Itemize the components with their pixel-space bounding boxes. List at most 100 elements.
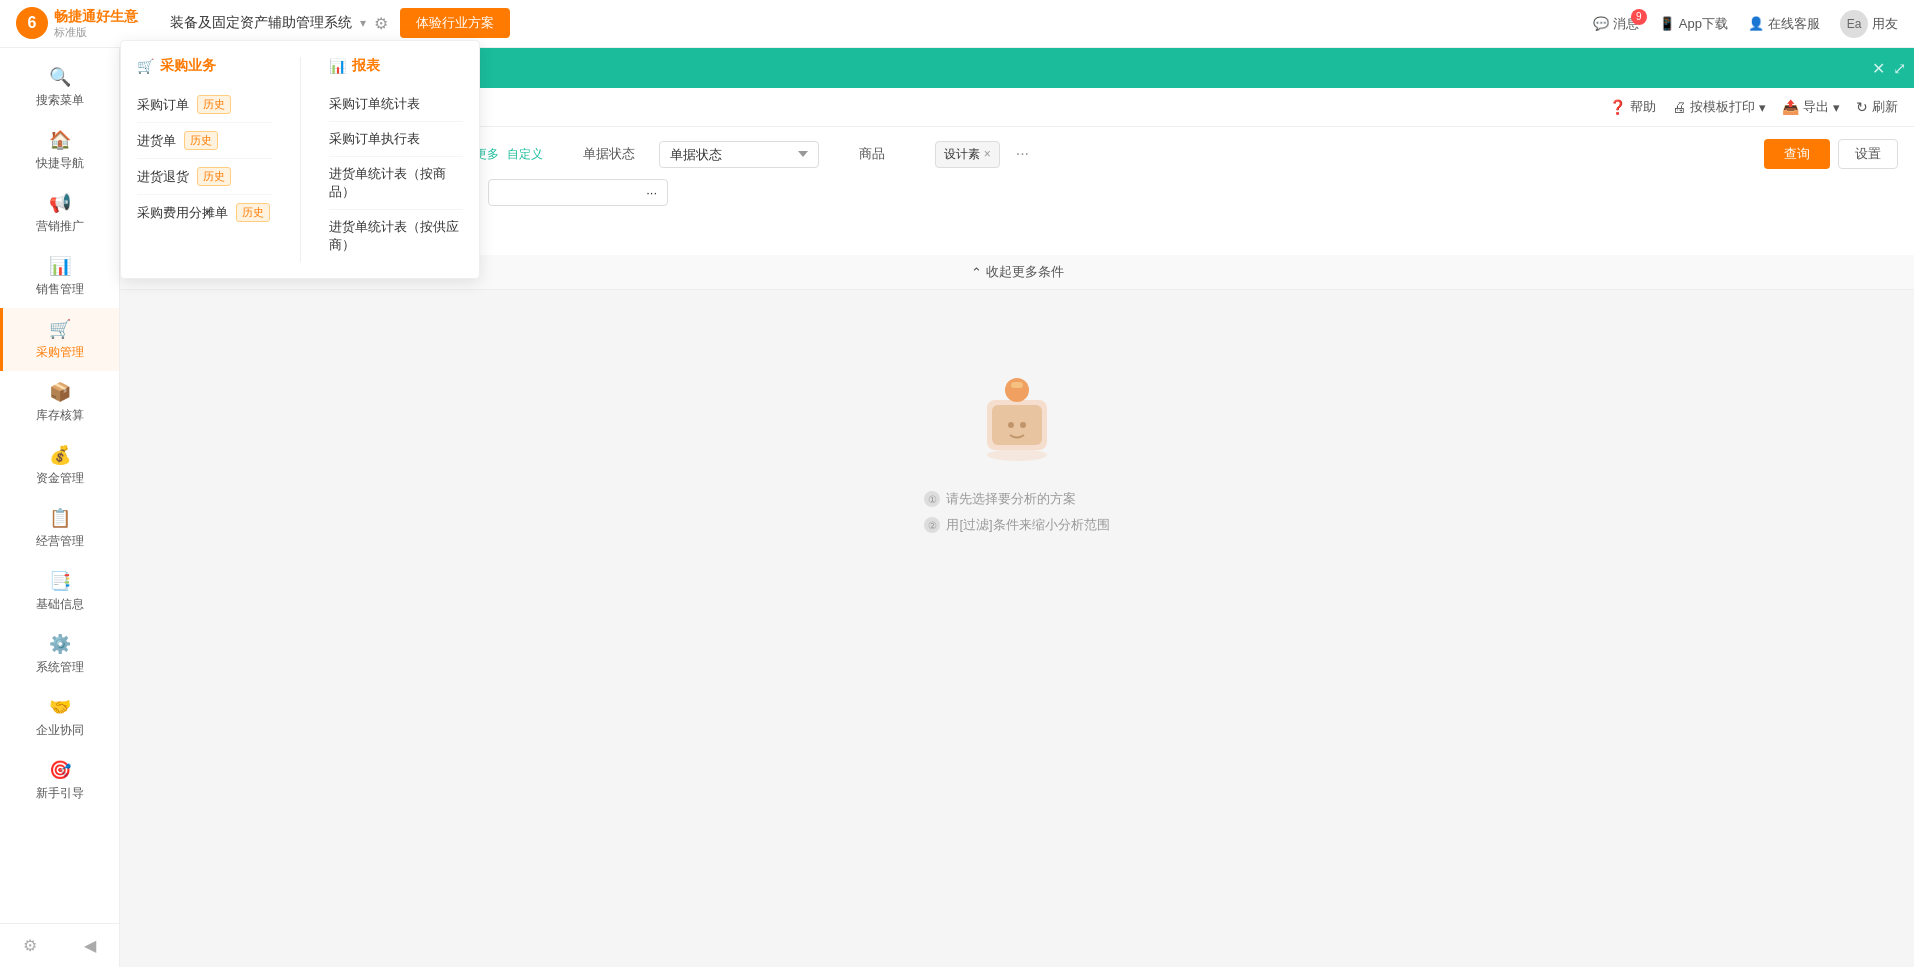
purchase-order-history: 历史 bbox=[197, 95, 231, 114]
refresh-label: 刷新 bbox=[1872, 98, 1898, 116]
system-settings-icon[interactable]: ⚙ bbox=[374, 14, 388, 33]
menu-item-order-stats[interactable]: 采购订单统计表 bbox=[329, 87, 464, 122]
logo-text: 畅捷通好生意 标准版 bbox=[54, 7, 138, 39]
tab-close-all-icon[interactable]: ✕ bbox=[1872, 59, 1885, 78]
help-button[interactable]: ❓ 帮助 bbox=[1609, 98, 1656, 116]
export-label: 导出 bbox=[1803, 98, 1829, 116]
query-actions: 查询 设置 bbox=[1764, 139, 1898, 169]
sidebar-label-guide: 新手引导 bbox=[36, 785, 84, 802]
sidebar-label-marketing: 营销推广 bbox=[36, 218, 84, 235]
empty-state: ① 请先选择要分析的方案 ② 用[过滤]条件来缩小分析范围 bbox=[120, 290, 1914, 614]
dropdown-purchase-title: 🛒 采购业务 bbox=[137, 57, 272, 75]
sidebar-label-system: 系统管理 bbox=[36, 659, 84, 676]
tab-maximize-icon[interactable]: ⤢ bbox=[1893, 59, 1906, 78]
export-arrow[interactable]: ▾ bbox=[1833, 100, 1840, 115]
inbound-history: 历史 bbox=[184, 131, 218, 150]
goods-tag-remove[interactable]: × bbox=[984, 147, 991, 161]
sidebar-item-system[interactable]: ⚙️ 系统管理 bbox=[0, 623, 119, 686]
return-history: 历史 bbox=[197, 167, 231, 186]
support-label: 在线客服 bbox=[1768, 15, 1820, 33]
print-arrow[interactable]: ▾ bbox=[1759, 100, 1766, 115]
btn-industry[interactable]: 体验行业方案 bbox=[400, 8, 510, 38]
guide-icon: 🎯 bbox=[49, 759, 71, 781]
empty-tip-2: ② 用[过滤]条件来缩小分析范围 bbox=[924, 516, 1109, 534]
menu-item-return[interactable]: 进货退货 历史 bbox=[137, 159, 272, 195]
sidebar-label-finance: 资金管理 bbox=[36, 470, 84, 487]
logo-area: 6 畅捷通好生意 标准版 bbox=[16, 7, 138, 39]
system-dropdown-arrow[interactable]: ▾ bbox=[360, 16, 366, 30]
salesperson-input[interactable]: ··· bbox=[488, 179, 668, 206]
sidebar-label-quick-nav: 快捷导航 bbox=[36, 155, 84, 172]
collapse-icon: ⌃ bbox=[971, 265, 982, 280]
sidebar-item-finance[interactable]: 💰 资金管理 bbox=[0, 434, 119, 497]
sidebar-item-sales[interactable]: 📊 销售管理 bbox=[0, 245, 119, 308]
settings-button[interactable]: 设置 bbox=[1838, 139, 1898, 169]
menu-item-inbound-stats-goods[interactable]: 进货单统计表（按商品） bbox=[329, 157, 464, 210]
menu-item-purchase-order[interactable]: 采购订单 历史 bbox=[137, 87, 272, 123]
menu-item-order-exec[interactable]: 采购订单执行表 bbox=[329, 122, 464, 157]
menu-item-inbound-stats-supplier[interactable]: 进货单统计表（按供应商） bbox=[329, 210, 464, 262]
support-icon: 👤 bbox=[1748, 16, 1764, 31]
shortcut-custom[interactable]: 自定义 bbox=[507, 146, 543, 163]
header-right: 💬 消息 9 📱 App下载 👤 在线客服 Ea 用友 bbox=[1593, 10, 1898, 38]
print-button[interactable]: 🖨 按模板打印 ▾ bbox=[1672, 98, 1766, 116]
system-title-area: 装备及固定资产辅助管理系统 ▾ ⚙ bbox=[170, 14, 388, 33]
empty-tip-1: ① 请先选择要分析的方案 bbox=[924, 490, 1109, 508]
svg-point-6 bbox=[1020, 422, 1026, 428]
refresh-button[interactable]: ↻ 刷新 bbox=[1856, 98, 1898, 116]
help-label: 帮助 bbox=[1630, 98, 1656, 116]
nav-user[interactable]: Ea 用友 bbox=[1840, 10, 1898, 38]
purchase-icon: 🛒 bbox=[49, 318, 71, 340]
search-icon: 🔍 bbox=[49, 66, 71, 88]
sidebar-item-search[interactable]: 🔍 搜索菜单 bbox=[0, 56, 119, 119]
sidebar-item-operations[interactable]: 📋 经营管理 bbox=[0, 497, 119, 560]
expense-label: 采购费用分摊单 bbox=[137, 204, 228, 222]
tip-dot-1: ① bbox=[924, 491, 940, 507]
return-label: 进货退货 bbox=[137, 168, 189, 186]
sidebar-settings-icon[interactable]: ⚙ bbox=[23, 936, 37, 955]
nav-messages[interactable]: 💬 消息 9 bbox=[1593, 15, 1639, 33]
nav-support[interactable]: 👤 在线客服 bbox=[1748, 15, 1820, 33]
goods-tag: 设计素 × bbox=[935, 141, 1000, 168]
salesperson-dots[interactable]: ··· bbox=[646, 185, 657, 200]
svg-rect-4 bbox=[1011, 382, 1023, 388]
home-icon: 🏠 bbox=[49, 129, 71, 151]
svg-point-0 bbox=[987, 449, 1047, 461]
sidebar-label-enterprise: 企业协同 bbox=[36, 722, 84, 739]
tip-text-2: 用[过滤]条件来缩小分析范围 bbox=[946, 516, 1109, 534]
query-button[interactable]: 查询 bbox=[1764, 139, 1830, 169]
print-label: 按模板打印 bbox=[1690, 98, 1755, 116]
sidebar-item-guide[interactable]: 🎯 新手引导 bbox=[0, 749, 119, 812]
goods-filter-label: 商品 bbox=[859, 145, 919, 163]
dropdown-report-col: 📊 报表 采购订单统计表 采购订单执行表 进货单统计表（按商品） 进货单统计表（… bbox=[329, 57, 464, 262]
system-title: 装备及固定资产辅助管理系统 bbox=[170, 14, 352, 32]
sidebar-collapse-icon[interactable]: ◀ bbox=[84, 936, 96, 955]
sidebar-label-purchase: 采购管理 bbox=[36, 344, 84, 361]
goods-tag-label: 设计素 bbox=[944, 146, 980, 163]
nav-app[interactable]: 📱 App下载 bbox=[1659, 15, 1728, 33]
finance-icon: 💰 bbox=[49, 444, 71, 466]
sidebar-item-marketing[interactable]: 📢 营销推广 bbox=[0, 182, 119, 245]
menu-item-inbound[interactable]: 进货单 历史 bbox=[137, 123, 272, 159]
collapse-button[interactable]: ⌃ 收起更多条件 bbox=[971, 263, 1064, 281]
export-button[interactable]: 📤 导出 ▾ bbox=[1782, 98, 1840, 116]
system-icon: ⚙️ bbox=[49, 633, 71, 655]
sidebar-footer: ⚙ ◀ bbox=[0, 923, 119, 967]
user-label: 用友 bbox=[1872, 15, 1898, 33]
app-icon: 📱 bbox=[1659, 16, 1675, 31]
tab-bar-actions: ✕ ⤢ bbox=[1872, 59, 1906, 78]
menu-item-expense[interactable]: 采购费用分摊单 历史 bbox=[137, 195, 272, 230]
sidebar-item-purchase[interactable]: 🛒 采购管理 bbox=[0, 308, 119, 371]
sidebar-item-inventory[interactable]: 📦 库存核算 bbox=[0, 371, 119, 434]
purchase-dropdown-menu: 🛒 采购业务 采购订单 历史 进货单 历史 进货退货 历史 采购费用分摊单 bbox=[120, 48, 480, 279]
inventory-icon: 📦 bbox=[49, 381, 71, 403]
operations-icon: 📋 bbox=[49, 507, 71, 529]
sidebar-item-base-info[interactable]: 📑 基础信息 bbox=[0, 560, 119, 623]
logo-main: 畅捷通好生意 bbox=[54, 7, 138, 25]
goods-more-btn[interactable]: ··· bbox=[1016, 145, 1029, 163]
status-select[interactable]: 单据状态 bbox=[659, 141, 819, 168]
sidebar-item-quick-nav[interactable]: 🏠 快捷导航 bbox=[0, 119, 119, 182]
marketing-icon: 📢 bbox=[49, 192, 71, 214]
content-area: 首页 销售排行榜 ✕ ✕ ⤢ ❓ 帮助 🖨 按模板打印 bbox=[120, 48, 1914, 967]
sidebar-item-enterprise[interactable]: 🤝 企业协同 bbox=[0, 686, 119, 749]
